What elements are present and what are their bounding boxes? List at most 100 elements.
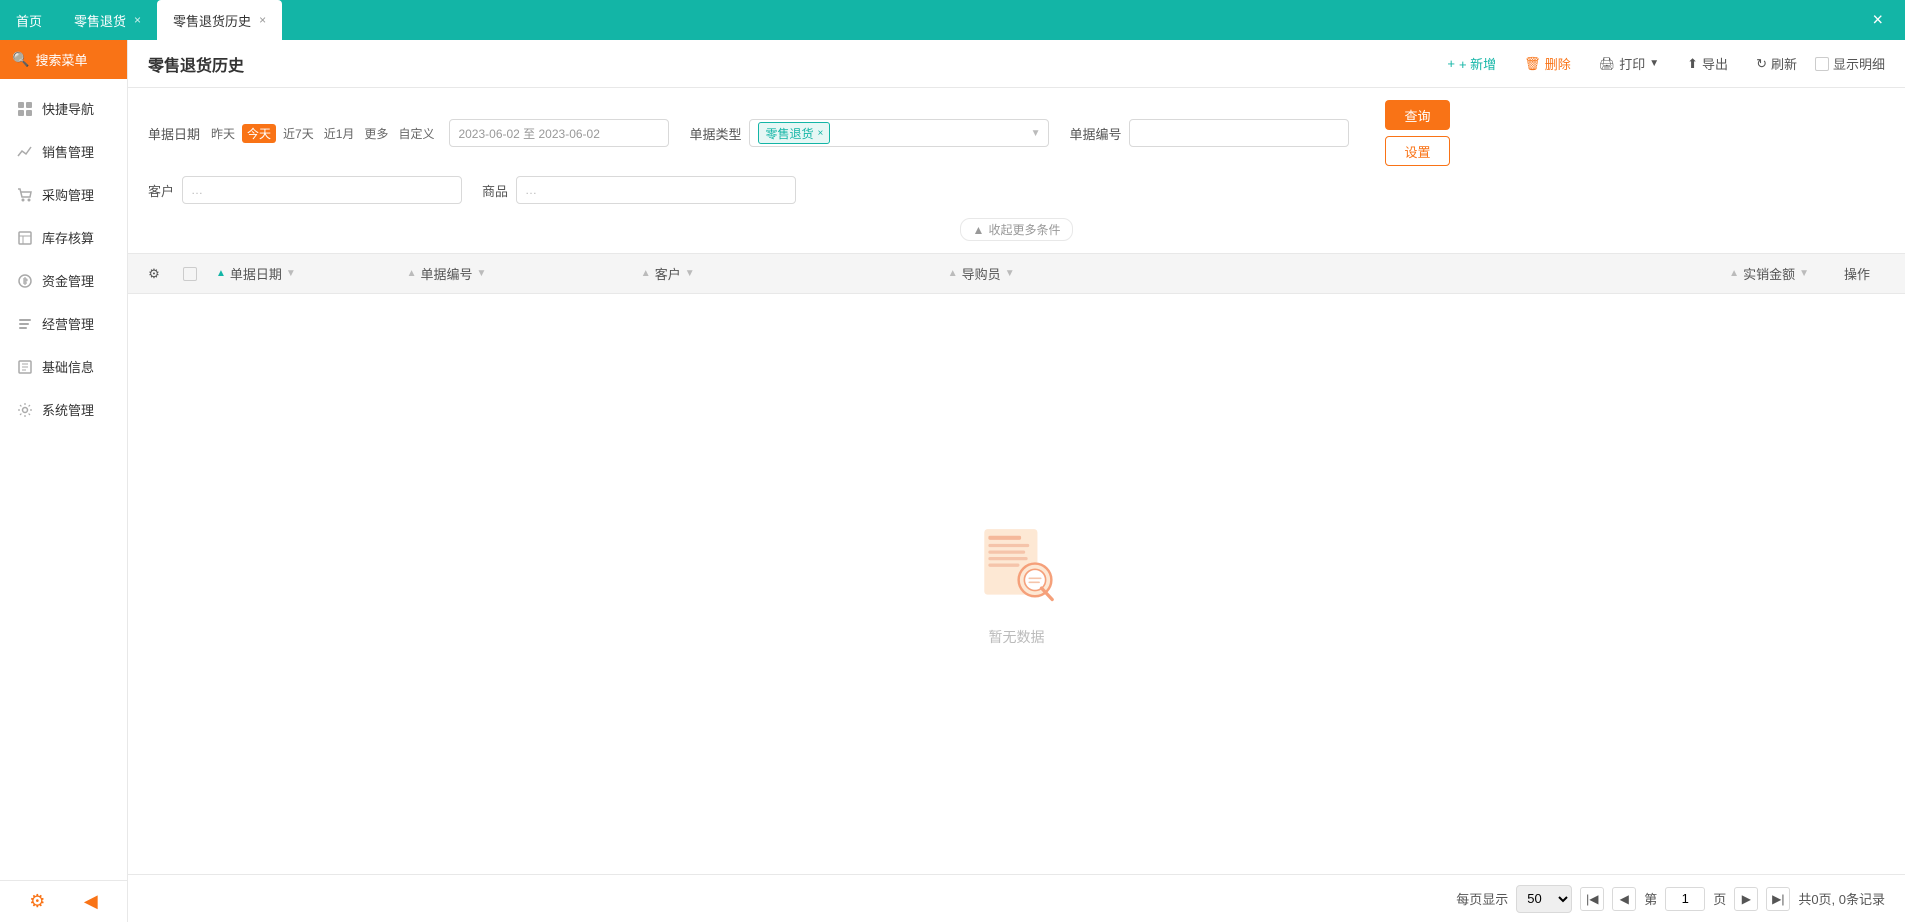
collapse-label: 收起更多条件 — [988, 221, 1060, 238]
header-checkbox[interactable] — [183, 267, 197, 281]
th-amount-label: 实销金额 — [1743, 264, 1795, 283]
th-action-label: 操作 — [1844, 264, 1870, 283]
page-header: 零售退货历史 + + 新增 🗑 删除 🖨 打印 ▼ ⬆ 导出 — [128, 40, 1905, 88]
tab-retail-return-close[interactable]: × — [134, 13, 141, 27]
filter-bill-type: 单据类型 零售退货 × ▼ — [689, 119, 1049, 147]
show-detail-checkbox[interactable] — [1815, 57, 1829, 71]
sidebar-settings-btn[interactable]: ⚙ — [29, 891, 45, 912]
last-page-btn[interactable]: ▶| — [1766, 887, 1790, 911]
collapse-row: ▲ 收起更多条件 — [148, 214, 1885, 245]
finance-icon — [16, 272, 34, 290]
th-bill-date-sort-asc: ▲ — [216, 268, 226, 279]
quick-nav-label: 快捷导航 — [42, 99, 94, 118]
total-label: 共0页, 0条记录 — [1798, 889, 1885, 908]
filter-settings-button[interactable]: 设置 — [1385, 136, 1449, 166]
th-bill-date-label: 单据日期 — [230, 264, 282, 283]
column-settings-icon: ⚙ — [148, 266, 160, 282]
basic-info-label: 基础信息 — [42, 357, 94, 376]
purchase-mgmt-label: 采购管理 — [42, 185, 94, 204]
tab-home-label: 首页 — [16, 11, 42, 30]
th-bill-date[interactable]: ▲ 单据日期 ▼ — [208, 264, 399, 283]
operations-label: 经营管理 — [42, 314, 94, 333]
system-mgmt-label: 系统管理 — [42, 400, 94, 419]
empty-text: 暂无数据 — [989, 627, 1045, 647]
next-page-btn[interactable]: ▶ — [1734, 887, 1758, 911]
th-customer-sort-asc: ▲ — [641, 268, 651, 279]
basic-info-icon — [16, 358, 34, 376]
filter-bill-date: 单据日期 昨天 今天 近7天 近1月 更多 自定义 2023-06-02 至 2… — [148, 119, 669, 147]
new-button[interactable]: + + 新增 — [1437, 49, 1506, 78]
goods-placeholder: … — [525, 183, 537, 197]
quick-nav-icon — [16, 100, 34, 118]
per-page-select[interactable]: 50 100 200 — [1516, 885, 1572, 913]
new-label: + 新增 — [1459, 54, 1496, 73]
refresh-button[interactable]: ↻ 刷新 — [1746, 49, 1807, 78]
sidebar-item-quick-nav[interactable]: 快捷导航 — [0, 87, 127, 130]
print-button[interactable]: 🖨 打印 ▼ — [1589, 49, 1669, 78]
bill-date-label: 单据日期 — [148, 124, 200, 143]
print-chevron-icon: ▼ — [1649, 58, 1659, 69]
collapse-button[interactable]: ▲ 收起更多条件 — [960, 218, 1074, 241]
collapse-up-icon: ▲ — [973, 223, 985, 237]
sidebar-collapse-btn[interactable]: ◀ — [84, 891, 98, 912]
date-shortcut-7days[interactable]: 近7天 — [280, 124, 317, 143]
sidebar-item-finance[interactable]: 资金管理 — [0, 259, 127, 302]
tab-retail-return-history-close[interactable]: × — [259, 13, 266, 27]
th-customer-sort-desc: ▼ — [685, 268, 695, 279]
sidebar-item-purchase-mgmt[interactable]: 采购管理 — [0, 173, 127, 216]
date-shortcut-custom[interactable]: 自定义 — [395, 124, 437, 143]
th-action: 操作 — [1817, 264, 1897, 283]
tab-retail-return[interactable]: 零售退货 × — [58, 0, 157, 40]
th-bill-no[interactable]: ▲ 单据编号 ▼ — [399, 264, 633, 283]
sidebar-item-operations[interactable]: 经营管理 — [0, 302, 127, 345]
page-input[interactable] — [1665, 887, 1705, 911]
th-amount[interactable]: ▲ 实销金额 ▼ — [1626, 264, 1817, 283]
delete-button[interactable]: 🗑 删除 — [1514, 49, 1581, 78]
sidebar-item-basic-info[interactable]: 基础信息 — [0, 345, 127, 388]
sidebar-search[interactable]: 🔍 搜索菜单 — [0, 40, 127, 79]
bill-type-tag-close[interactable]: × — [817, 128, 823, 139]
delete-label: 删除 — [1545, 54, 1571, 73]
filter-bill-no: 单据编号 — [1069, 119, 1349, 147]
filter-row-2: 客户 … 商品 … — [148, 176, 1885, 204]
export-label: 导出 — [1702, 54, 1728, 73]
date-shortcut-yesterday[interactable]: 昨天 — [208, 124, 238, 143]
tab-retail-return-history[interactable]: 零售退货历史 × — [157, 0, 282, 40]
table-header: ⚙ ▲ 单据日期 ▼ ▲ 单据编号 ▼ ▲ 客户 ▼ — [128, 254, 1905, 294]
sidebar: 🔍 搜索菜单 快捷导航 销售管理 采购管理 — [0, 40, 128, 922]
refresh-icon: ↻ — [1756, 56, 1767, 72]
bill-no-input[interactable] — [1129, 119, 1349, 147]
sidebar-item-inventory[interactable]: 库存核算 — [0, 216, 127, 259]
tab-home[interactable]: 首页 — [0, 0, 58, 40]
th-setting[interactable]: ⚙ — [136, 266, 172, 282]
sidebar-item-system-mgmt[interactable]: 系统管理 — [0, 388, 127, 431]
bill-type-select[interactable]: 零售退货 × ▼ — [749, 119, 1049, 147]
date-shortcut-today[interactable]: 今天 — [242, 124, 276, 143]
th-customer[interactable]: ▲ 客户 ▼ — [633, 264, 940, 283]
export-button[interactable]: ⬆ 导出 — [1677, 49, 1738, 78]
bill-type-tag-text: 零售退货 — [765, 125, 813, 142]
date-shortcut-1month[interactable]: 近1月 — [321, 124, 358, 143]
sales-icon — [16, 143, 34, 161]
query-button[interactable]: 查询 — [1385, 100, 1449, 130]
tab-bar: 首页 零售退货 × 零售退货历史 × — [0, 0, 1905, 40]
bill-type-label: 单据类型 — [689, 124, 741, 143]
date-range-input[interactable]: 2023-06-02 至 2023-06-02 — [449, 119, 669, 147]
date-shortcut-more[interactable]: 更多 — [361, 124, 391, 143]
window-close-btn[interactable]: × — [1866, 8, 1889, 33]
goods-input[interactable]: … — [516, 176, 796, 204]
sidebar-item-sales-mgmt[interactable]: 销售管理 — [0, 130, 127, 173]
th-customer-label: 客户 — [655, 264, 681, 283]
inventory-icon — [16, 229, 34, 247]
th-guide[interactable]: ▲ 导购员 ▼ — [940, 264, 1174, 283]
prev-page-btn[interactable]: ◀ — [1612, 887, 1636, 911]
goods-label: 商品 — [482, 181, 508, 200]
customer-input[interactable]: … — [182, 176, 462, 204]
bill-type-tag: 零售退货 × — [758, 122, 830, 144]
sales-mgmt-label: 销售管理 — [42, 142, 94, 161]
print-label: 打印 — [1619, 54, 1645, 73]
export-icon: ⬆ — [1687, 56, 1698, 72]
first-page-btn[interactable]: |◀ — [1580, 887, 1604, 911]
print-icon: 🖨 — [1599, 56, 1616, 72]
pagination-bar: 每页显示 50 100 200 |◀ ◀ 第 页 ▶ ▶| 共0页, 0条记录 — [128, 874, 1905, 922]
